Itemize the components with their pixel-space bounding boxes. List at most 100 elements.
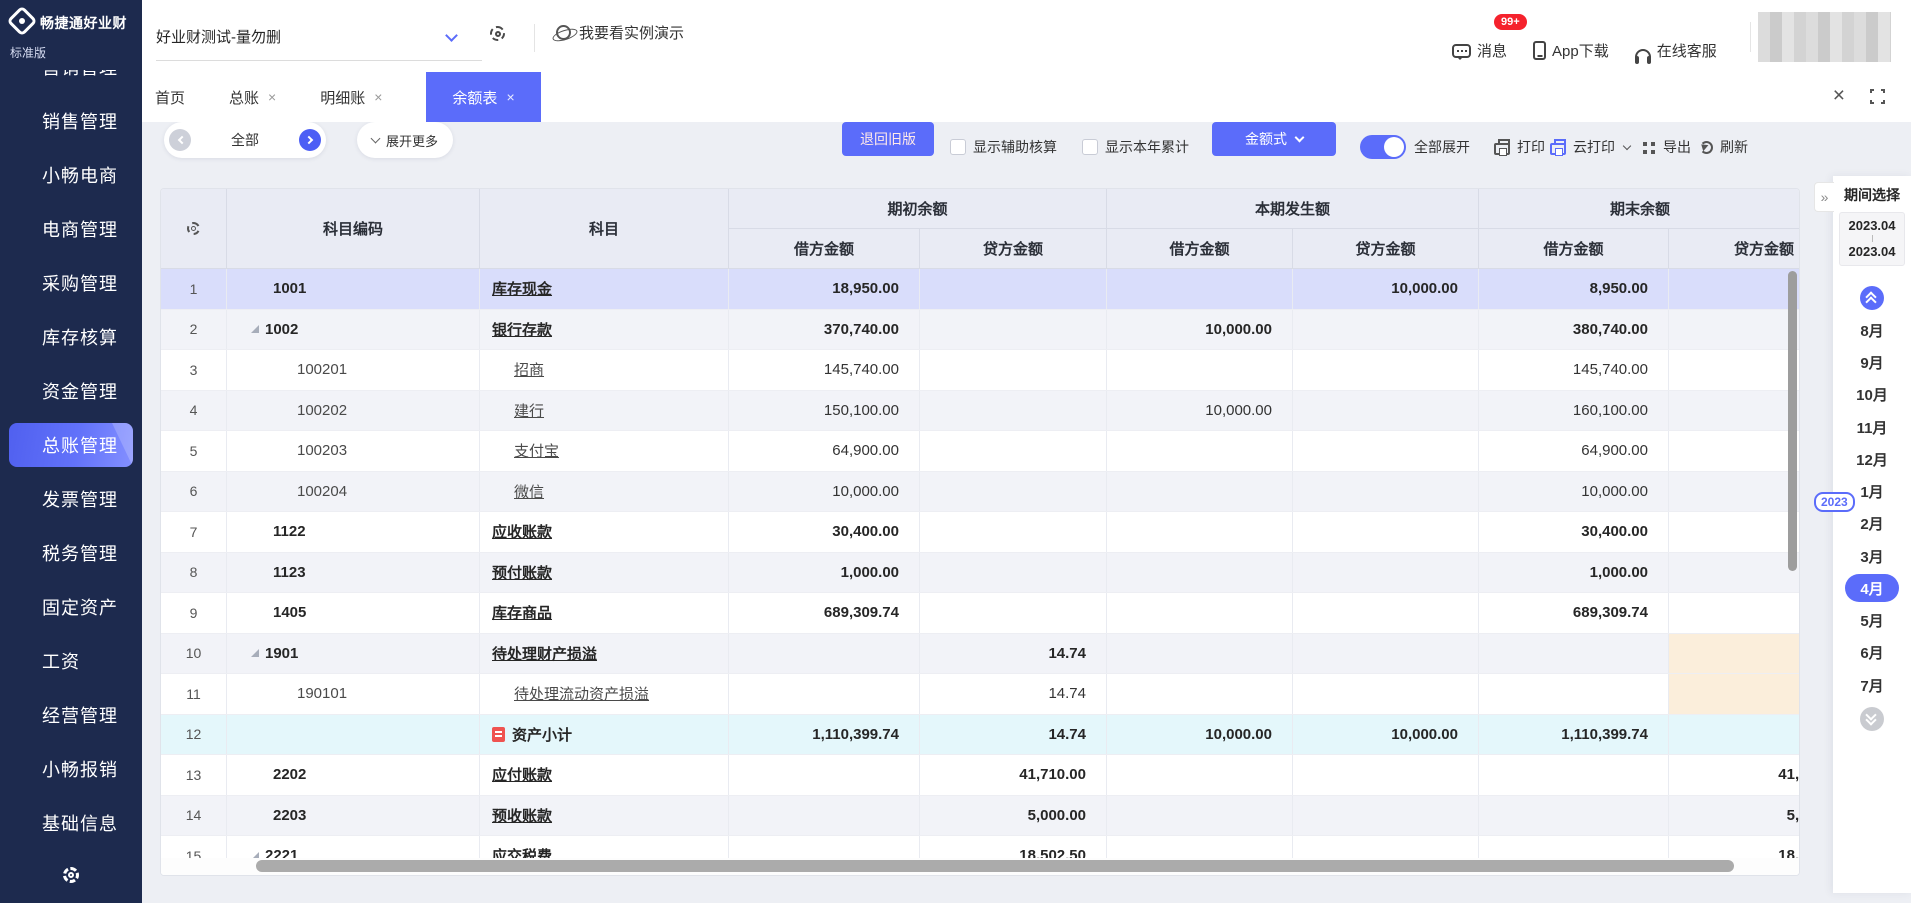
sidebar-item-税务管理[interactable]: 税务管理 <box>0 526 142 580</box>
table-row[interactable]: 4 100202 建行 150,100.00 10,000.00 160,100.00 <box>161 390 1799 431</box>
month-7月[interactable]: 7月 <box>1845 669 1899 701</box>
table-row[interactable]: 2 1002 银行存款 370,740.00 10,000.00 380,740.00 <box>161 309 1799 350</box>
month-12月[interactable]: 12月 <box>1845 443 1899 475</box>
month-3月[interactable]: 3月 <box>1845 540 1899 572</box>
amount-cell: 14.74 <box>920 633 1107 673</box>
subject-link[interactable]: 预付账款 <box>492 562 552 583</box>
period-panel: 期间选择 2023.04 2023.04 8月 9月 10月 11月 12月 1月 2月 3月… <box>1814 176 1911 893</box>
close-tab-icon[interactable]: × <box>268 89 276 105</box>
show-aux-checkbox[interactable]: 显示辅助核算 <box>950 122 1057 172</box>
cloud-print-button[interactable]: 云打印 <box>1550 122 1632 172</box>
sidebar-settings-button[interactable] <box>0 847 142 903</box>
print-button[interactable]: 打印 <box>1494 122 1545 172</box>
month-6月[interactable]: 6月 <box>1845 637 1899 669</box>
period-range-selector[interactable]: 2023.04 2023.04 <box>1839 212 1905 266</box>
scroll-months-down-button[interactable] <box>1860 707 1884 732</box>
month-8月[interactable]: 8月 <box>1845 314 1899 346</box>
expand-all-toggle[interactable] <box>1360 122 1406 172</box>
subject-link[interactable]: 待处理流动资产损溢 <box>514 683 649 704</box>
show-ytd-checkbox[interactable]: 显示本年累计 <box>1082 122 1189 172</box>
app-download-button[interactable]: App下载 <box>1533 40 1609 61</box>
sidebar-item-发票管理[interactable]: 发票管理 <box>0 472 142 526</box>
next-arrow-icon[interactable] <box>299 129 321 151</box>
fullscreen-icon[interactable] <box>1869 88 1886 105</box>
amount-style-dropdown[interactable]: 金额式 <box>1212 122 1336 156</box>
row-number: 12 <box>161 714 227 754</box>
table-row[interactable]: 7 1122 应收账款 30,400.00 30,400.00 <box>161 512 1799 553</box>
sidebar-item-电商管理[interactable]: 电商管理 <box>0 202 142 256</box>
tab-余额表[interactable]: 余额表 × <box>426 72 541 122</box>
sidebar-item-label: 基础信息 <box>42 814 118 834</box>
table-row[interactable]: 11 190101 待处理流动资产损溢 14.74 <box>161 674 1799 715</box>
back-to-old-version-button[interactable]: 退回旧版 <box>842 122 934 156</box>
sidebar-item-基础信息[interactable]: 基础信息 <box>0 796 142 847</box>
tab-明细账[interactable]: 明细账 × <box>320 72 382 122</box>
column-settings-cell[interactable] <box>161 189 227 269</box>
sidebar-item-总账管理[interactable]: 总账管理 <box>0 418 142 472</box>
company-selector[interactable]: 好业财测试-量勿删 <box>156 26 281 47</box>
table-row[interactable]: 13 2202 应付账款 41,710.00 41,710.00 <box>161 755 1799 796</box>
subject-link[interactable]: 待处理财产损溢 <box>492 643 597 664</box>
sidebar-item-小畅电商[interactable]: 小畅电商 <box>0 148 142 202</box>
expand-more-button[interactable]: 展开更多 <box>357 122 453 158</box>
sidebar-item-库存核算[interactable]: 库存核算 <box>0 310 142 364</box>
expand-triangle-icon[interactable] <box>251 325 259 334</box>
tab-总账[interactable]: 总账 × <box>229 72 276 122</box>
sidebar-item-小畅报销[interactable]: 小畅报销 <box>0 742 142 796</box>
sidebar-item-营销管理[interactable]: 营销管理 <box>0 70 142 94</box>
sidebar-item-工资[interactable]: 工资 <box>0 634 142 688</box>
subject-link[interactable]: 应收账款 <box>492 521 552 542</box>
month-10月[interactable]: 10月 <box>1845 379 1899 411</box>
month-2月[interactable]: 2月 <box>1845 508 1899 540</box>
table-row[interactable]: 10 1901 待处理财产损溢 14.74 <box>161 633 1799 674</box>
table-row[interactable]: 14 2203 预收账款 5,000.00 5,000.00 <box>161 795 1799 836</box>
divider <box>1750 22 1751 52</box>
sidebar-item-资金管理[interactable]: 资金管理 <box>0 364 142 418</box>
table-row[interactable]: 12 资产小计 1,110,399.74 14.74 10,000.00 10,000.0… <box>161 714 1799 755</box>
export-button[interactable]: 导出 <box>1642 122 1691 172</box>
scope-selector[interactable]: 全部 <box>164 122 326 158</box>
month-4月[interactable]: 4月 <box>1845 574 1899 603</box>
table-row[interactable]: 6 100204 微信 10,000.00 10,000.00 <box>161 471 1799 512</box>
subject-link[interactable]: 银行存款 <box>492 319 552 340</box>
sidebar-item-经营管理[interactable]: 经营管理 <box>0 688 142 742</box>
close-icon[interactable]: × <box>1833 85 1845 106</box>
subject-link[interactable]: 微信 <box>514 481 544 502</box>
printer-icon <box>1494 138 1510 156</box>
checkbox-icon[interactable] <box>950 139 966 155</box>
sidebar-item-销售管理[interactable]: 销售管理 <box>0 94 142 148</box>
checkbox-icon[interactable] <box>1082 139 1098 155</box>
scroll-months-up-button[interactable] <box>1860 286 1884 310</box>
table-row[interactable]: 8 1123 预付账款 1,000.00 1,000.00 <box>161 552 1799 593</box>
table-row[interactable]: 5 100203 支付宝 64,900.00 64,900.00 <box>161 431 1799 472</box>
refresh-button[interactable]: 刷新 <box>1700 122 1748 172</box>
subject-link[interactable]: 支付宝 <box>514 440 559 461</box>
subject-link[interactable]: 招商 <box>514 359 544 380</box>
messages-button[interactable]: 消息 <box>1452 40 1507 61</box>
month-5月[interactable]: 5月 <box>1845 604 1899 636</box>
sidebar-item-采购管理[interactable]: 采购管理 <box>0 256 142 310</box>
table-row[interactable]: 3 100201 招商 145,740.00 145,740.00 <box>161 350 1799 391</box>
collapse-panel-tab[interactable]: » <box>1814 182 1834 212</box>
month-11月[interactable]: 11月 <box>1845 411 1899 443</box>
tab-首页[interactable]: 首页 <box>155 72 185 122</box>
sidebar-nav: 营销管理销售管理小畅电商电商管理采购管理库存核算资金管理总账管理发票管理税务管理… <box>0 70 142 847</box>
month-9月[interactable]: 9月 <box>1845 346 1899 378</box>
subject-link[interactable]: 库存商品 <box>492 602 552 623</box>
subject-link[interactable]: 应付账款 <box>492 764 552 785</box>
close-tab-icon[interactable]: × <box>506 89 514 105</box>
table-row[interactable]: 1 1001 库存现金 18,950.00 10,000.00 8,950.00 <box>161 269 1799 310</box>
close-tab-icon[interactable]: × <box>374 89 382 105</box>
subject-link[interactable]: 库存现金 <box>492 278 552 299</box>
online-service-button[interactable]: 在线客服 <box>1634 40 1717 64</box>
prev-arrow-icon[interactable] <box>169 129 191 151</box>
vertical-scrollbar[interactable] <box>1788 271 1797 571</box>
demo-link[interactable]: 我要看实例演示 <box>556 22 684 43</box>
expand-triangle-icon[interactable] <box>251 649 259 658</box>
subject-link[interactable]: 预收账款 <box>492 805 552 826</box>
subject-link[interactable]: 建行 <box>514 400 544 421</box>
horizontal-scrollbar[interactable] <box>256 860 1734 872</box>
table-row[interactable]: 9 1405 库存商品 689,309.74 689,309.74 <box>161 593 1799 634</box>
sidebar-item-固定资产[interactable]: 固定资产 <box>0 580 142 634</box>
settings-gear-button[interactable] <box>490 26 505 46</box>
